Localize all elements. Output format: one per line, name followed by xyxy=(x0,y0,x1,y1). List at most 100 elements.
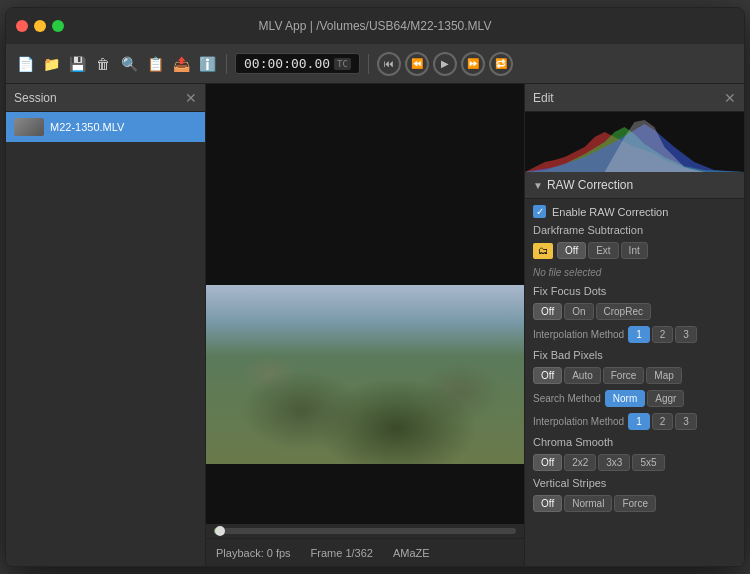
chroma-2x2-button[interactable]: 2x2 xyxy=(564,454,596,471)
close-button[interactable] xyxy=(16,20,28,32)
tc-badge: TC xyxy=(334,58,351,70)
search-icon[interactable]: 🔍 xyxy=(118,53,140,75)
interp2-2-button[interactable]: 2 xyxy=(652,413,674,430)
vertical-btn-group: Off Normal Force xyxy=(533,495,736,512)
edit-close-button[interactable]: ✕ xyxy=(724,90,736,106)
chroma-5x5-button[interactable]: 5x5 xyxy=(632,454,664,471)
interp2-label: Interpolation Method xyxy=(533,416,624,427)
chroma-3x3-button[interactable]: 3x3 xyxy=(598,454,630,471)
minimize-button[interactable] xyxy=(34,20,46,32)
vertical-force-button[interactable]: Force xyxy=(614,495,656,512)
export-icon[interactable]: 📤 xyxy=(170,53,192,75)
darkframe-ext-button[interactable]: Ext xyxy=(588,242,618,259)
histogram-svg xyxy=(525,112,744,172)
edit-title: Edit xyxy=(533,91,554,105)
loop-button[interactable]: 🔁 xyxy=(489,52,513,76)
delete-icon[interactable]: 🗑 xyxy=(92,53,114,75)
session-title: Session xyxy=(14,91,57,105)
status-bar: Playback: 0 fps Frame 1/362 AMaZE xyxy=(206,538,524,566)
interp-1-button[interactable]: 1 xyxy=(628,326,650,343)
histogram xyxy=(525,112,744,172)
chroma-off-button[interactable]: Off xyxy=(533,454,562,471)
fix-bad-off-button[interactable]: Off xyxy=(533,367,562,384)
interp-2-button[interactable]: 2 xyxy=(652,326,674,343)
darkframe-off-button[interactable]: Off xyxy=(557,242,586,259)
scrubber-track[interactable] xyxy=(214,528,516,534)
fix-focus-label: Fix Focus Dots xyxy=(533,285,736,297)
vertical-label: Vertical Stripes xyxy=(533,477,736,489)
fix-bad-label: Fix Bad Pixels xyxy=(533,349,736,361)
open-folder-icon[interactable]: 📁 xyxy=(40,53,62,75)
darkframe-buttons-row: 🗂 Off Ext Int xyxy=(533,242,736,259)
fix-bad-map-button[interactable]: Map xyxy=(646,367,681,384)
raw-correction-title: RAW Correction xyxy=(547,178,633,192)
video-area: Playback: 0 fps Frame 1/362 AMaZE xyxy=(206,84,524,566)
vertical-off-button[interactable]: Off xyxy=(533,495,562,512)
search-norm-button[interactable]: Norm xyxy=(605,390,645,407)
video-frame xyxy=(206,285,524,464)
interp2-3-button[interactable]: 3 xyxy=(675,413,697,430)
title-bar: MLV App | /Volumes/USB64/M22-1350.MLV xyxy=(6,8,744,44)
session-close-button[interactable]: ✕ xyxy=(185,91,197,105)
traffic-lights xyxy=(16,20,64,32)
darkframe-int-button[interactable]: Int xyxy=(621,242,648,259)
raw-correction-header[interactable]: ▼ RAW Correction xyxy=(525,172,744,199)
maximize-button[interactable] xyxy=(52,20,64,32)
video-bottom-padding xyxy=(206,464,524,524)
toolbar: 📄 📁 💾 🗑 🔍 📋 📤 ℹ️ 00:00:00.00 TC ⏮ ⏪ ▶ ⏩ … xyxy=(6,44,744,84)
interp-label-row: Interpolation Method 1 2 3 xyxy=(533,326,736,343)
chroma-label: Chroma Smooth xyxy=(533,436,736,448)
frame-status: Frame 1/362 xyxy=(311,547,373,559)
enable-raw-checkbox[interactable]: ✓ xyxy=(533,205,546,218)
chroma-btn-group: Off 2x2 3x3 5x5 xyxy=(533,454,736,471)
app-window: MLV App | /Volumes/USB64/M22-1350.MLV 📄 … xyxy=(5,7,745,567)
fix-bad-label-row: Fix Bad Pixels xyxy=(533,349,736,361)
step-back-button[interactable]: ⏪ xyxy=(405,52,429,76)
interp-btn-group: 1 2 3 xyxy=(628,326,697,343)
darkframe-folder-icon[interactable]: 🗂 xyxy=(533,243,553,259)
scrubber-thumb[interactable] xyxy=(215,526,225,536)
separator xyxy=(226,54,227,74)
info-icon[interactable]: ℹ️ xyxy=(196,53,218,75)
interp2-btn-group: 1 2 3 xyxy=(628,413,697,430)
fix-focus-croprec-button[interactable]: CropRec xyxy=(596,303,651,320)
darkframe-label-row: Darkframe Subtraction xyxy=(533,224,736,236)
darkframe-btn-group: Off Ext Int xyxy=(557,242,648,259)
session-item[interactable]: M22-1350.MLV xyxy=(6,112,205,142)
no-file-label: No file selected xyxy=(533,265,736,279)
fix-bad-force-button[interactable]: Force xyxy=(603,367,645,384)
save-icon[interactable]: 💾 xyxy=(66,53,88,75)
search-method-row: Search Method Norm Aggr xyxy=(533,390,736,407)
window-title: MLV App | /Volumes/USB64/M22-1350.MLV xyxy=(259,19,492,33)
interp2-1-button[interactable]: 1 xyxy=(628,413,650,430)
fix-focus-off-button[interactable]: Off xyxy=(533,303,562,320)
darkframe-label: Darkframe Subtraction xyxy=(533,224,736,236)
search-aggr-button[interactable]: Aggr xyxy=(647,390,684,407)
interp-3-button[interactable]: 3 xyxy=(675,326,697,343)
new-file-icon[interactable]: 📄 xyxy=(14,53,36,75)
section-arrow-icon: ▼ xyxy=(533,180,543,191)
fix-bad-auto-button[interactable]: Auto xyxy=(564,367,601,384)
step-forward-button[interactable]: ⏩ xyxy=(461,52,485,76)
timecode-value: 00:00:00.00 xyxy=(244,56,330,71)
fix-bad-btn-group: Off Auto Force Map xyxy=(533,367,736,384)
checkbox-check-icon: ✓ xyxy=(536,207,544,217)
separator2 xyxy=(368,54,369,74)
vertical-normal-button[interactable]: Normal xyxy=(564,495,612,512)
fix-focus-on-button[interactable]: On xyxy=(564,303,593,320)
play-button[interactable]: ▶ xyxy=(433,52,457,76)
enable-raw-label: Enable RAW Correction xyxy=(552,206,668,218)
video-content xyxy=(206,285,524,464)
copy-icon[interactable]: 📋 xyxy=(144,53,166,75)
rewind-button[interactable]: ⏮ xyxy=(377,52,401,76)
main-content: Session ✕ M22-1350.MLV xyxy=(6,84,744,566)
search-method-label: Search Method xyxy=(533,393,601,404)
search-method-btn-group: Norm Aggr xyxy=(605,390,685,407)
thumbnail-image xyxy=(14,118,44,136)
video-top-padding xyxy=(206,84,524,285)
vertical-label-row: Vertical Stripes xyxy=(533,477,736,489)
scrubber-area[interactable] xyxy=(206,524,524,538)
timecode-display: 00:00:00.00 TC xyxy=(235,53,360,74)
playback-status: Playback: 0 fps xyxy=(216,547,291,559)
enable-raw-row: ✓ Enable RAW Correction xyxy=(533,205,736,218)
